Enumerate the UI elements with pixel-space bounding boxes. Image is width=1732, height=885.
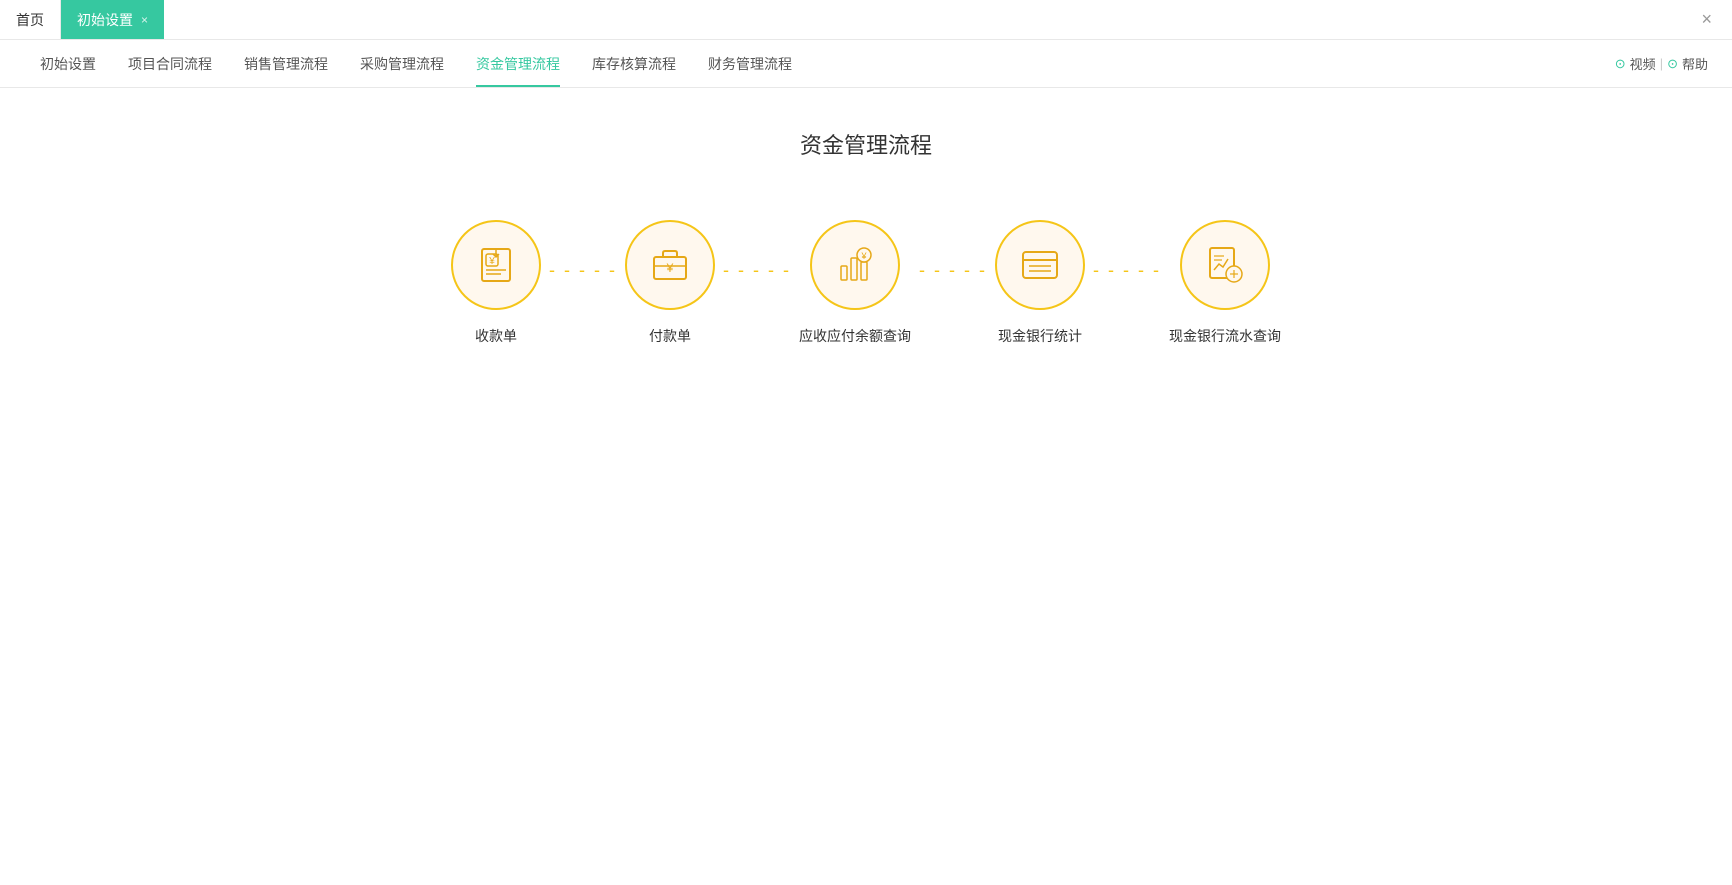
video-label[interactable]: 视频 — [1630, 54, 1656, 73]
flow-circle-payment: ¥ — [625, 220, 715, 310]
dash-icon-3: - - - - - — [919, 260, 987, 281]
flow-label-cash-bank-stats: 现金银行统计 — [998, 326, 1082, 346]
nav-item-project-contract[interactable]: 项目合同流程 — [112, 40, 228, 87]
nav-right: ⊙ 视频 | ⊙ 帮助 — [1615, 54, 1708, 73]
flow-item-receipt[interactable]: ¥ 收款单 — [451, 220, 541, 346]
svg-text:¥: ¥ — [488, 256, 495, 267]
play-icon: ⊙ — [1615, 56, 1626, 72]
svg-text:¥: ¥ — [666, 261, 674, 275]
flow-dash-2: - - - - - — [723, 260, 791, 307]
nav-bar: 初始设置 项目合同流程 销售管理流程 采购管理流程 资金管理流程 库存核算流程 … — [0, 40, 1732, 88]
flow-dash-4: - - - - - — [1093, 260, 1161, 307]
nav-item-finance-mgmt[interactable]: 财务管理流程 — [692, 40, 808, 87]
flow-label-cash-bank-flow: 现金银行流水查询 — [1169, 326, 1281, 346]
main-content: 资金管理流程 ¥ 收款单 - - - - - — [0, 88, 1732, 885]
nav-item-purchase-mgmt[interactable]: 采购管理流程 — [344, 40, 460, 87]
nav-item-inventory[interactable]: 库存核算流程 — [576, 40, 692, 87]
home-tab[interactable]: 首页 — [0, 0, 61, 39]
flow-dash-3: - - - - - — [919, 260, 987, 307]
flow-label-payment: 付款单 — [649, 326, 691, 346]
svg-text:¥: ¥ — [860, 251, 867, 261]
nav-item-funds-mgmt[interactable]: 资金管理流程 — [460, 40, 576, 87]
flow-item-cash-bank-flow[interactable]: 现金银行流水查询 — [1169, 220, 1281, 346]
flow-item-payment[interactable]: ¥ 付款单 — [625, 220, 715, 346]
help-icon: ⊙ — [1667, 56, 1678, 72]
window-close-button[interactable]: × — [1701, 9, 1712, 30]
flow-dash-1: - - - - - — [549, 260, 617, 307]
dash-icon-4: - - - - - — [1093, 260, 1161, 281]
flow-circle-cash-bank-flow — [1180, 220, 1270, 310]
flow-circle-receipt: ¥ — [451, 220, 541, 310]
flow-label-receipt: 收款单 — [475, 326, 517, 346]
nav-sep: | — [1660, 56, 1663, 71]
flow-circle-ar-ap-balance: ¥ — [810, 220, 900, 310]
nav-item-sales-mgmt[interactable]: 销售管理流程 — [228, 40, 344, 87]
flow-item-cash-bank-stats[interactable]: 现金银行统计 — [995, 220, 1085, 346]
active-tab-close[interactable]: × — [141, 13, 148, 27]
nav-item-init-setup[interactable]: 初始设置 — [24, 40, 112, 87]
flow-circle-cash-bank-stats — [995, 220, 1085, 310]
dash-icon-1: - - - - - — [549, 260, 617, 281]
active-tab-label: 初始设置 — [77, 10, 133, 30]
help-label[interactable]: 帮助 — [1682, 54, 1708, 73]
flow-row: ¥ 收款单 - - - - - ¥ — [451, 220, 1281, 346]
active-tab[interactable]: 初始设置 × — [61, 0, 164, 39]
flow-label-ar-ap-balance: 应收应付余额查询 — [799, 326, 911, 346]
top-bar: 首页 初始设置 × × — [0, 0, 1732, 40]
flow-item-ar-ap-balance[interactable]: ¥ 应收应付余额查询 — [799, 220, 911, 346]
dash-icon-2: - - - - - — [723, 260, 791, 281]
top-bar-right: × — [1701, 9, 1732, 30]
page-title: 资金管理流程 — [800, 128, 932, 160]
